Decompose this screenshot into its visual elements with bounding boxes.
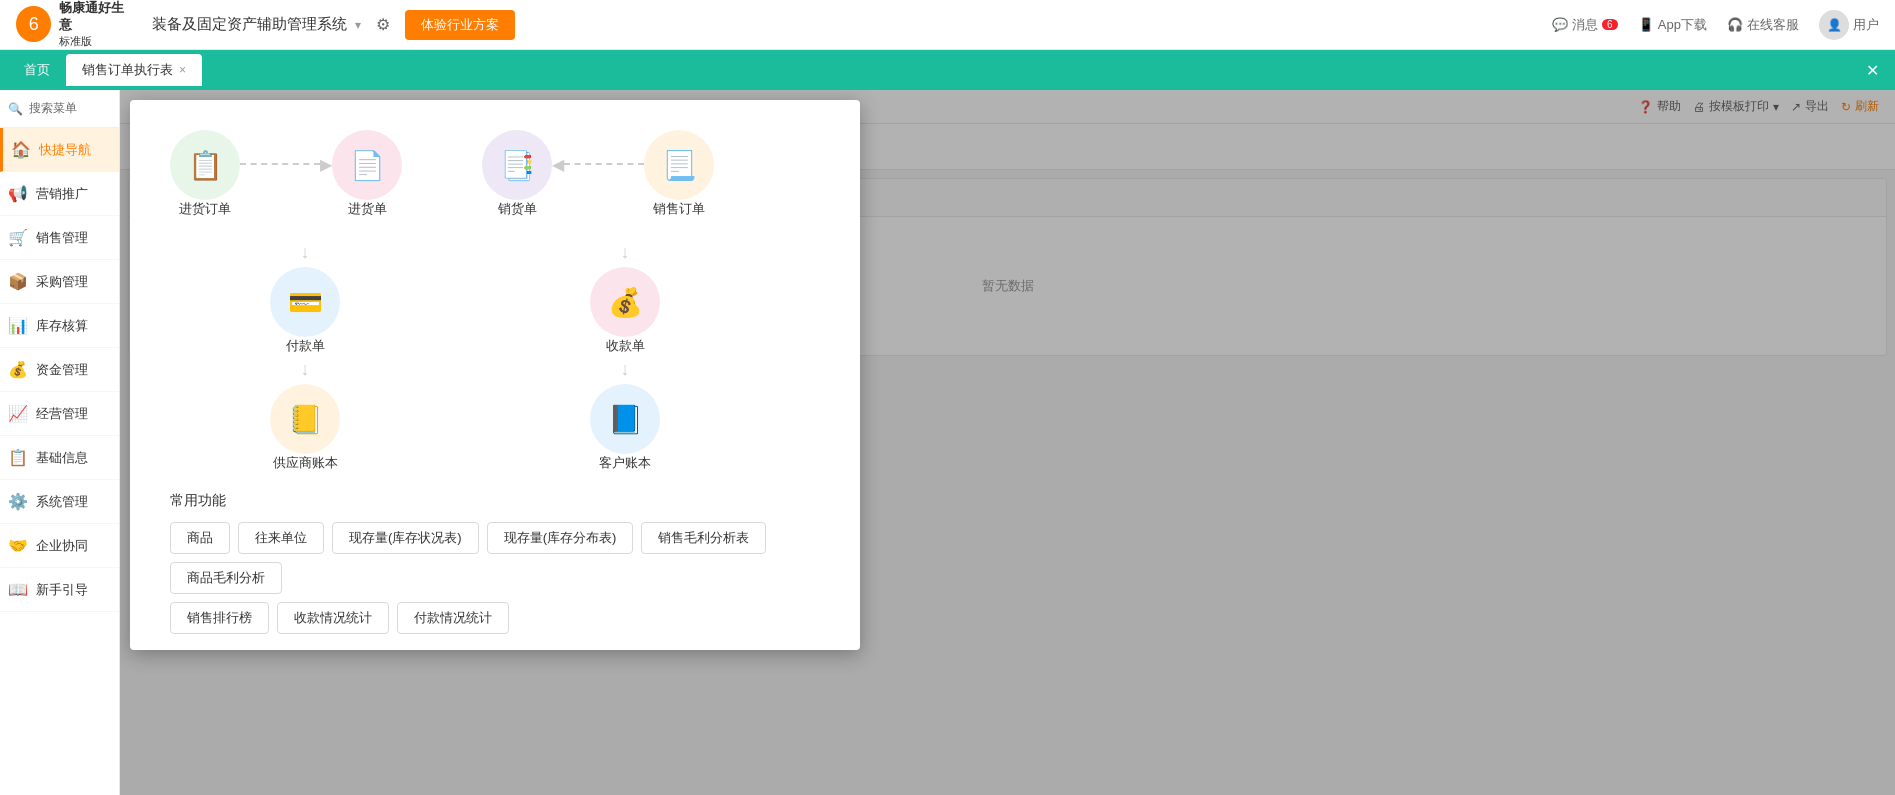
customer-account-circle[interactable]: 📘 <box>590 384 660 454</box>
message-icon: 💬 <box>1552 17 1568 32</box>
payment-icon: 💳 <box>288 286 323 319</box>
func-btn-receipt-stats[interactable]: 收款情况统计 <box>277 602 389 634</box>
guide-icon: 📖 <box>8 580 28 599</box>
arrow-sales-order-to-bill: ◀ <box>552 155 644 194</box>
system-title-area: 装备及固定资产辅助管理系统 ▾ ⚙ 体验行业方案 <box>136 10 1552 40</box>
purchase-order-circle: 📋 <box>170 130 240 200</box>
func-btn-product[interactable]: 商品 <box>170 522 230 554</box>
sidebar-item-finance[interactable]: 💰 资金管理 <box>0 348 119 392</box>
func-btn-payment-stats[interactable]: 付款情况统计 <box>397 602 509 634</box>
purchase-order-icon: 📋 <box>188 149 223 182</box>
right-arrow-icon: ▶ <box>320 155 332 174</box>
settings-button[interactable]: ⚙ <box>369 11 397 39</box>
func-btn-sales-rank[interactable]: 销售排行榜 <box>170 602 269 634</box>
search-icon: 🔍 <box>8 102 23 116</box>
logo-area: 6 畅康通好生意 标准版 <box>16 0 136 48</box>
customer-icon: 📘 <box>608 403 643 436</box>
enterprise-icon: 🤝 <box>8 536 28 555</box>
modal-dialog: 📋 进货订单 ▶ 📄 <box>130 100 860 650</box>
headset-icon: 🎧 <box>1727 17 1743 32</box>
basic-info-icon: 📋 <box>8 448 28 467</box>
sidebar-item-marketing[interactable]: 📢 营销推广 <box>0 172 119 216</box>
sidebar-item-purchase[interactable]: 📦 采购管理 <box>0 260 119 304</box>
trial-button[interactable]: 体验行业方案 <box>405 10 515 40</box>
user-avatar-item[interactable]: 👤 用户 <box>1819 10 1879 40</box>
message-item[interactable]: 💬 消息 6 <box>1552 16 1618 34</box>
tab-bar: 首页 销售订单执行表 × ✕ <box>0 50 1895 90</box>
sidebar-item-system[interactable]: ⚙️ 系统管理 <box>0 480 119 524</box>
system-icon: ⚙️ <box>8 492 28 511</box>
flow-sales-order[interactable]: 📃 销售订单 <box>644 130 714 218</box>
func-btn-partner[interactable]: 往来单位 <box>238 522 324 554</box>
modal-content: 📋 进货订单 ▶ 📄 <box>130 100 860 650</box>
down-arrow-receipt: ↓ <box>621 242 630 263</box>
receipt-bill-circle[interactable]: 💰 <box>590 267 660 337</box>
purchase-bill-icon: 📄 <box>350 149 385 182</box>
func-btn-stock-status[interactable]: 现存量(库存状况表) <box>332 522 479 554</box>
sales-bill-circle: 📑 <box>482 130 552 200</box>
down-arrow-payment: ↓ <box>301 242 310 263</box>
content-area: ❓ 帮助 🖨 按模板打印 ▾ ↗ 导出 ↻ 刷新 📅 单据状态 <box>120 90 1895 795</box>
header-right: 💬 消息 6 📱 App下载 🎧 在线客服 👤 用户 <box>1552 10 1879 40</box>
logo-icon: 6 <box>16 6 51 42</box>
down-arrow-customer: ↓ <box>621 359 630 380</box>
search-menu-item[interactable]: 🔍 搜索菜单 <box>0 90 119 128</box>
top-header: 6 畅康通好生意 标准版 装备及固定资产辅助管理系统 ▾ ⚙ 体验行业方案 💬 … <box>0 0 1895 50</box>
flow-purchase-order[interactable]: 📋 进货订单 <box>170 130 240 218</box>
receipt-col: ↓ 💰 收款单 ↓ 📘 客户账本 <box>590 238 660 472</box>
sidebar-item-enterprise[interactable]: 🤝 企业协同 <box>0 524 119 568</box>
system-title-text: 装备及固定资产辅助管理系统 <box>152 15 347 34</box>
app-download-item[interactable]: 📱 App下载 <box>1638 16 1707 34</box>
phone-icon: 📱 <box>1638 17 1654 32</box>
common-functions-section: 常用功能 商品 往来单位 现存量(库存状况表) 现存量(库存分布表) 销售毛利分… <box>170 492 820 634</box>
avatar: 👤 <box>1819 10 1849 40</box>
logo-text: 畅康通好生意 标准版 <box>59 0 136 48</box>
sales-order-icon: 📃 <box>662 149 697 182</box>
sidebar-item-sales[interactable]: 🛒 销售管理 <box>0 216 119 260</box>
purchase-bill-circle: 📄 <box>332 130 402 200</box>
flow-row-1: 📋 进货订单 ▶ 📄 <box>170 130 820 218</box>
sales-icon: 🛒 <box>8 228 28 247</box>
purchase-icon: 📦 <box>8 272 28 291</box>
sidebar: 🔍 搜索菜单 🏠 快捷导航 📢 营销推广 🛒 销售管理 📦 采购管理 📊 库存核… <box>0 90 120 795</box>
receipt-icon: 💰 <box>608 286 643 319</box>
flow-sales-bill[interactable]: 📑 销货单 <box>482 130 552 218</box>
sales-bill-icon: 📑 <box>500 149 535 182</box>
tab-close-icon[interactable]: × <box>179 63 186 77</box>
dropdown-arrow-icon[interactable]: ▾ <box>355 18 361 32</box>
supplier-account-circle[interactable]: 📒 <box>270 384 340 454</box>
home-icon: 🏠 <box>11 140 31 159</box>
tab-home[interactable]: 首页 <box>8 54 66 86</box>
main-layout: 🔍 搜索菜单 🏠 快捷导航 📢 营销推广 🛒 销售管理 📦 采购管理 📊 库存核… <box>0 90 1895 795</box>
sidebar-item-quick-nav[interactable]: 🏠 快捷导航 <box>0 128 119 172</box>
inventory-icon: 📊 <box>8 316 28 335</box>
func-btn-sales-profit[interactable]: 销售毛利分析表 <box>641 522 766 554</box>
down-arrow-supplier: ↓ <box>301 359 310 380</box>
business-icon: 📈 <box>8 404 28 423</box>
flow-row-2-wrapper: ↓ 💳 付款单 ↓ 📒 供应商账本 <box>170 238 820 472</box>
left-arrow-icon: ◀ <box>552 155 564 174</box>
func-btn-product-profit[interactable]: 商品毛利分析 <box>170 562 282 594</box>
sidebar-item-inventory[interactable]: 📊 库存核算 <box>0 304 119 348</box>
supplier-icon: 📒 <box>288 403 323 436</box>
func-btn-stock-dist[interactable]: 现存量(库存分布表) <box>487 522 634 554</box>
tab-close-all-button[interactable]: ✕ <box>1858 57 1887 84</box>
payment-col: ↓ 💳 付款单 ↓ 📒 供应商账本 <box>270 238 340 472</box>
func-row-1: 商品 往来单位 现存量(库存状况表) 现存量(库存分布表) 销售毛利分析表 商品… <box>170 522 820 594</box>
sidebar-item-guide[interactable]: 📖 新手引导 <box>0 568 119 612</box>
online-service-item[interactable]: 🎧 在线客服 <box>1727 16 1799 34</box>
sidebar-item-business[interactable]: 📈 经营管理 <box>0 392 119 436</box>
modal-overlay[interactable]: 📋 进货订单 ▶ 📄 <box>120 90 1895 795</box>
sidebar-item-basic-info[interactable]: 📋 基础信息 <box>0 436 119 480</box>
message-badge: 6 <box>1602 19 1618 30</box>
payment-bill-circle[interactable]: 💳 <box>270 267 340 337</box>
common-func-title: 常用功能 <box>170 492 820 510</box>
finance-icon: 💰 <box>8 360 28 379</box>
sales-order-circle: 📃 <box>644 130 714 200</box>
tab-sales-order[interactable]: 销售订单执行表 × <box>66 54 202 86</box>
func-row-2: 销售排行榜 收款情况统计 付款情况统计 <box>170 602 820 634</box>
marketing-icon: 📢 <box>8 184 28 203</box>
arrow-purchase-to-bill: ▶ <box>240 155 332 194</box>
flow-purchase-bill[interactable]: 📄 进货单 <box>332 130 402 218</box>
